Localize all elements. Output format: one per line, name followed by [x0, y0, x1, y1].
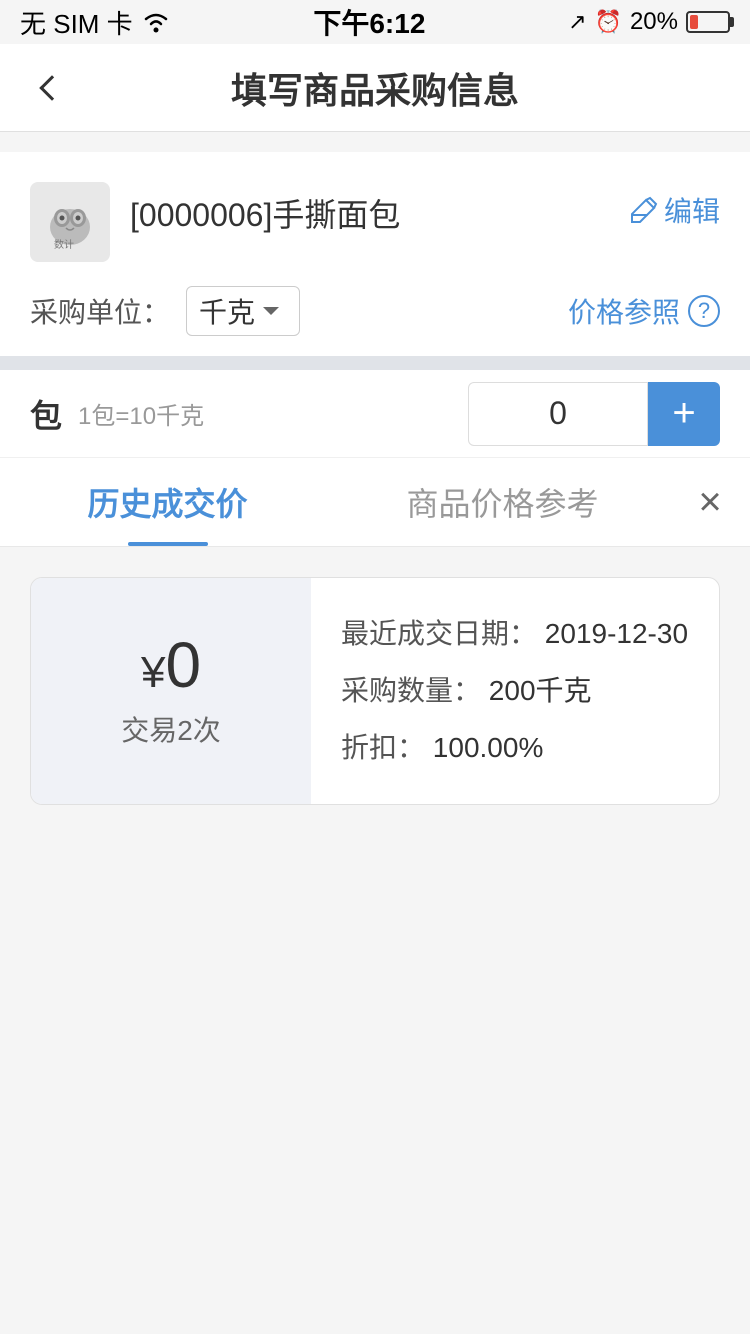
battery-icon	[686, 11, 730, 33]
quantity-unit-sub: 1包=10千克	[78, 396, 204, 431]
price-ref-label: 价格参照	[568, 291, 680, 331]
content-area: ¥0 交易2次 最近成交日期： 2019-12-30 采购数量： 200千克 折…	[0, 547, 750, 947]
quantity-unit-name: 包	[30, 391, 62, 437]
unit-row: 采购单位： 千克	[30, 286, 300, 336]
status-right: ↗ ⏰ 20%	[568, 8, 730, 36]
product-name: [0000006]手撕面包	[130, 182, 400, 236]
history-price-summary: ¥0 交易2次	[31, 578, 311, 804]
detail-date-value: 2019-12-30	[545, 618, 688, 649]
location-icon: ↗	[568, 9, 586, 35]
product-left-area: 数计 [0000006]手撕面包	[30, 182, 400, 262]
plus-icon: +	[672, 391, 695, 436]
detail-row-date: 最近成交日期： 2019-12-30	[341, 614, 689, 653]
detail-discount-value: 100.00%	[433, 732, 544, 763]
product-top-row: 数计 [0000006]手撕面包 编辑	[30, 182, 720, 262]
carrier-label: 无 SIM 卡	[20, 4, 133, 41]
tab-active-indicator	[128, 542, 208, 546]
page-title: 填写商品采购信息	[231, 62, 519, 114]
help-icon: ?	[688, 295, 720, 327]
close-icon: ×	[698, 480, 721, 525]
history-price-value: 0	[165, 629, 201, 701]
section-divider	[0, 356, 750, 370]
battery-percent: 20%	[630, 8, 678, 36]
yen-symbol: ¥	[141, 648, 165, 697]
tab-product-price-ref[interactable]: 商品价格参考	[335, 458, 670, 546]
detail-qty-value: 200千克	[489, 675, 592, 706]
edit-icon	[630, 196, 658, 224]
status-time: 下午6:12	[313, 2, 425, 42]
status-left: 无 SIM 卡	[20, 4, 171, 41]
detail-row-qty: 采购数量： 200千克	[341, 671, 689, 710]
product-bottom-row: 采购单位： 千克 价格参照 ?	[30, 286, 720, 336]
tab-bar: 历史成交价 商品价格参考 ×	[0, 458, 750, 547]
product-card: 数计 [0000006]手撕面包 编辑 采购单位： 千克 价格参照 ?	[0, 152, 750, 356]
alarm-icon: ⏰	[595, 9, 622, 35]
back-arrow-icon	[39, 75, 64, 100]
detail-date-label: 最近成交日期：	[341, 618, 537, 649]
history-details: 最近成交日期： 2019-12-30 采购数量： 200千克 折扣： 100.0…	[311, 578, 719, 804]
edit-label: 编辑	[664, 190, 720, 230]
dropdown-arrow-icon	[263, 307, 279, 315]
history-trades-count: 交易2次	[121, 709, 221, 749]
tab-history-price[interactable]: 历史成交价	[0, 458, 335, 546]
quantity-label-area: 包 1包=10千克	[30, 391, 204, 437]
price-ref-button[interactable]: 价格参照 ?	[568, 291, 720, 331]
unit-select-button[interactable]: 千克	[186, 286, 300, 336]
edit-button[interactable]: 编辑	[630, 182, 720, 230]
quantity-input[interactable]: 0	[468, 382, 648, 446]
tab-history-label: 历史成交价	[87, 479, 247, 525]
quantity-row: 包 1包=10千克 0 +	[0, 370, 750, 458]
product-thumbnail: 数计	[30, 182, 110, 262]
detail-qty-label: 采购数量：	[341, 675, 481, 706]
svg-text:数计: 数计	[54, 238, 74, 251]
history-card: ¥0 交易2次 最近成交日期： 2019-12-30 采购数量： 200千克 折…	[30, 577, 720, 805]
detail-row-discount: 折扣： 100.00%	[341, 728, 689, 767]
unit-value: 千克	[199, 291, 255, 331]
product-logo-icon: 数计	[40, 192, 100, 252]
history-price-display: ¥0	[141, 633, 201, 697]
close-button[interactable]: ×	[670, 458, 750, 546]
quantity-plus-button[interactable]: +	[648, 382, 720, 446]
back-button[interactable]	[30, 66, 74, 110]
tab-price-ref-label: 商品价格参考	[406, 479, 598, 525]
nav-bar: 填写商品采购信息	[0, 44, 750, 132]
unit-label: 采购单位：	[30, 291, 170, 331]
quantity-input-group: 0 +	[468, 382, 720, 446]
wifi-icon	[141, 11, 171, 33]
detail-discount-label: 折扣：	[341, 732, 425, 763]
status-bar: 无 SIM 卡 下午6:12 ↗ ⏰ 20%	[0, 0, 750, 44]
